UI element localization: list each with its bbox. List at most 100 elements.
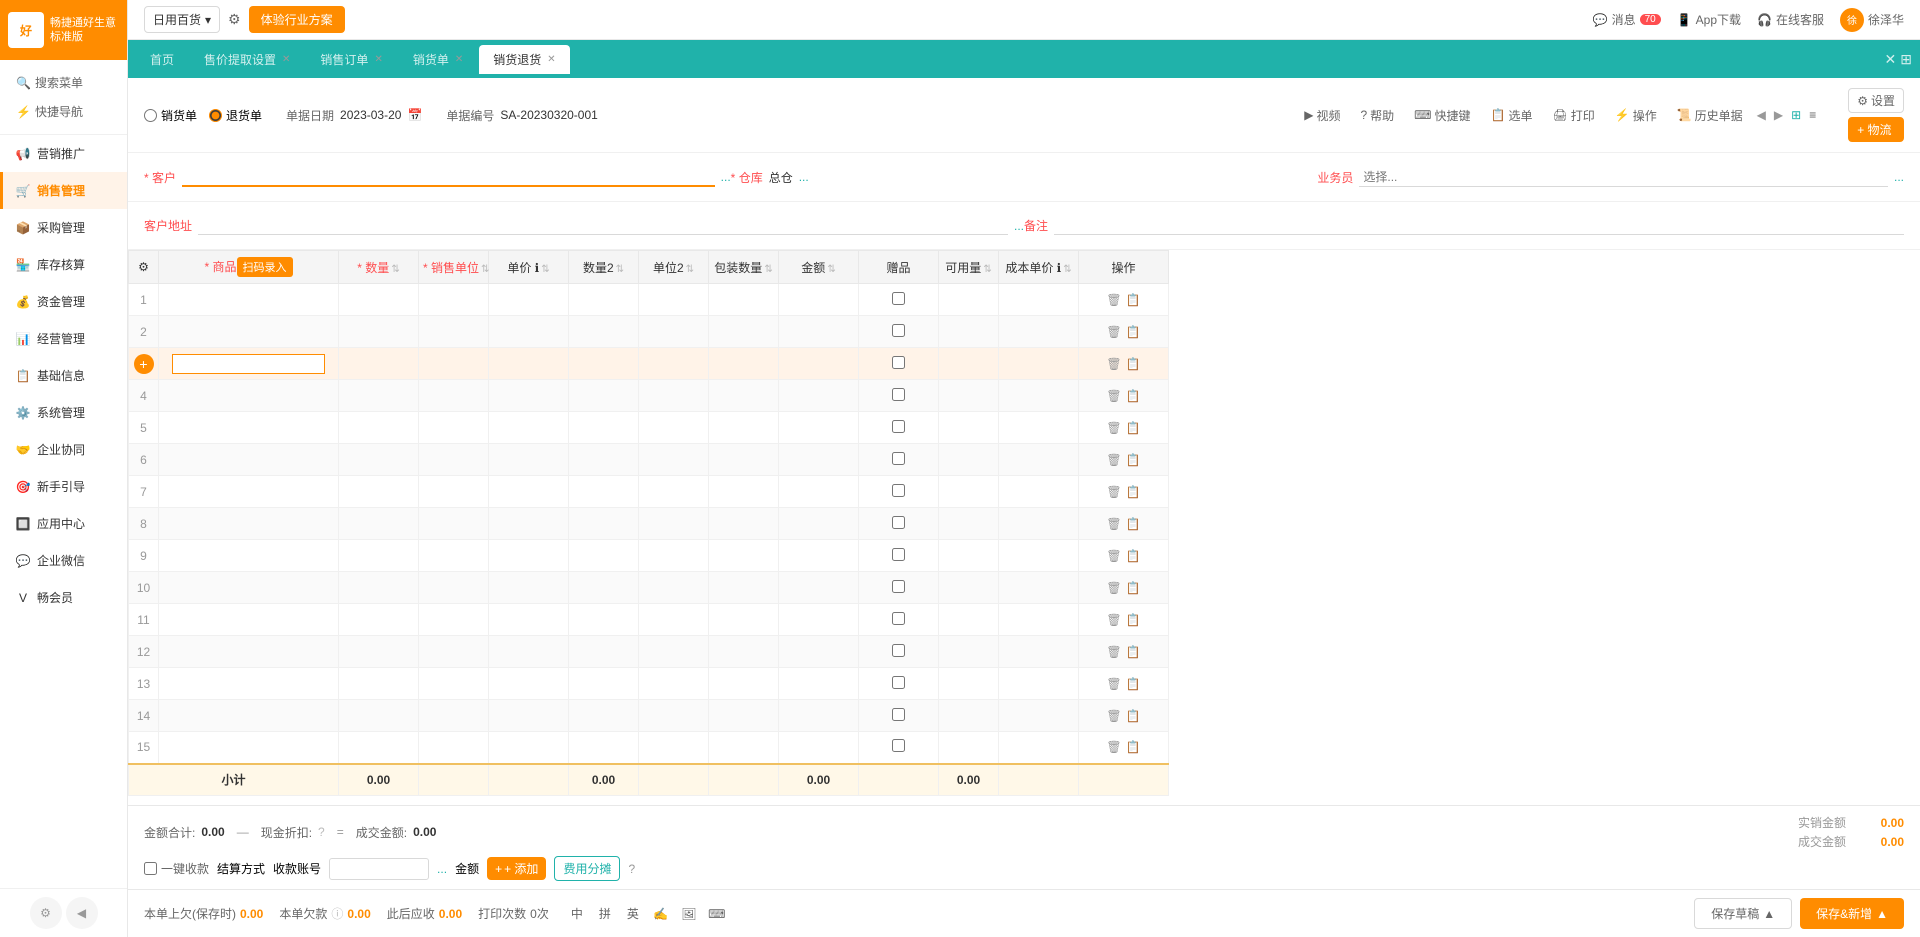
sidebar-item-purchase[interactable]: 📦 采购管理 [0, 209, 127, 246]
app-download-btn[interactable]: 📱 App下载 [1677, 11, 1741, 28]
gift-checkbox[interactable] [892, 292, 905, 305]
gift-checkbox[interactable] [892, 516, 905, 529]
delete-row-btn[interactable]: 🗑 [1106, 325, 1121, 339]
copy-row-btn[interactable]: 📋 [1126, 581, 1141, 595]
sidebar-item-guide[interactable]: 🎯 新手引导 [0, 468, 127, 505]
online-service-btn[interactable]: 🎧 在线客服 [1757, 11, 1824, 28]
salesperson-input[interactable] [1359, 168, 1888, 187]
view-card-icon[interactable]: ⊞ [1791, 108, 1801, 122]
user-profile-btn[interactable]: 徐 徐泽华 [1840, 8, 1904, 32]
sidebar-item-wechat[interactable]: 💬 企业微信 [0, 542, 127, 579]
tool-history-btn[interactable]: 📜 历史单据 [1671, 105, 1749, 126]
col-settings[interactable]: ⚙ [129, 251, 159, 284]
image-icon[interactable]: 🖼 [677, 902, 701, 926]
copy-row-btn[interactable]: 📋 [1126, 421, 1141, 435]
delete-row-btn[interactable]: 🗑 [1106, 389, 1121, 403]
tab-sales-return[interactable]: 销货退货 ✕ [479, 45, 569, 74]
delete-row-btn[interactable]: 🗑 [1106, 677, 1121, 691]
gift-checkbox[interactable] [892, 548, 905, 561]
tool-video-btn[interactable]: ▶ 视频 [1298, 105, 1346, 126]
copy-row-btn[interactable]: 📋 [1126, 293, 1141, 307]
gift-checkbox[interactable] [892, 612, 905, 625]
radio-sale-item[interactable]: 销货单 [144, 107, 197, 124]
copy-row-btn[interactable]: 📋 [1126, 325, 1141, 339]
sidebar-item-sales[interactable]: 🛒 销售管理 [0, 172, 127, 209]
delete-row-btn[interactable]: 🗑 [1106, 581, 1121, 595]
add-row-btn[interactable]: + [134, 354, 154, 374]
sidebar-item-basic[interactable]: 📋 基础信息 [0, 357, 127, 394]
radio-return-input[interactable] [209, 109, 222, 122]
add-btn[interactable]: + + 添加 [487, 857, 546, 880]
warehouse-dots[interactable]: ... [799, 170, 809, 184]
sidebar-item-member[interactable]: V 畅会员 [0, 579, 127, 616]
calendar-icon[interactable]: 📅 [407, 108, 422, 122]
delete-row-btn[interactable]: 🗑 [1106, 421, 1121, 435]
sidebar-item-appstore[interactable]: 🔲 应用中心 [0, 505, 127, 542]
nav-prev-icon[interactable]: ◀ [1757, 108, 1766, 122]
one-click-checkbox[interactable] [144, 862, 157, 875]
sidebar-collapse-btn[interactable]: ◀ [66, 897, 98, 929]
address-dots[interactable]: ... [1014, 219, 1024, 233]
nav-next-icon[interactable]: ▶ [1774, 108, 1783, 122]
settings-gear-btn[interactable]: ⚙ [228, 11, 241, 28]
copy-row-btn[interactable]: 📋 [1126, 485, 1141, 499]
gift-checkbox[interactable] [892, 739, 905, 752]
logistics-btn[interactable]: + 物流 [1848, 117, 1904, 142]
copy-row-btn[interactable]: 📋 [1126, 517, 1141, 531]
tool-select-btn[interactable]: 📋 选单 [1485, 105, 1539, 126]
tab-sales-order[interactable]: 销售订单 ✕ [306, 45, 396, 74]
view-list-icon[interactable]: ≡ [1809, 108, 1816, 122]
save-draft-btn[interactable]: 保存草稿 ▲ [1694, 898, 1792, 929]
scan-barcode-btn[interactable]: 扫码录入 [237, 257, 293, 277]
tab-price-setting-close[interactable]: ✕ [282, 54, 290, 65]
tab-sales-delivery[interactable]: 销货单 ✕ [399, 45, 477, 74]
handwriting-icon[interactable]: ✍ [649, 902, 673, 926]
fee-split-btn[interactable]: 费用分摊 [554, 856, 620, 881]
gift-checkbox[interactable] [892, 420, 905, 433]
gift-checkbox[interactable] [892, 324, 905, 337]
sidebar-item-operations[interactable]: 📊 经营管理 [0, 320, 127, 357]
copy-row-btn[interactable]: 📋 [1126, 613, 1141, 627]
customer-input[interactable] [182, 167, 715, 187]
delete-row-btn[interactable]: 🗑 [1106, 517, 1121, 531]
copy-row-btn[interactable]: 📋 [1126, 453, 1141, 467]
delete-row-btn[interactable]: 🗑 [1106, 293, 1121, 307]
keyboard-icon[interactable]: ⌨ [705, 902, 729, 926]
gift-checkbox[interactable] [892, 388, 905, 401]
gift-checkbox[interactable] [892, 676, 905, 689]
copy-row-btn[interactable]: 📋 [1126, 645, 1141, 659]
delete-row-btn[interactable]: 🗑 [1106, 645, 1121, 659]
tab-sales-order-close[interactable]: ✕ [374, 54, 382, 65]
tool-print-btn[interactable]: 🖨 打印 [1546, 105, 1600, 126]
customer-dots[interactable]: ... [721, 170, 731, 184]
copy-row-btn[interactable]: 📋 [1126, 740, 1141, 754]
message-btn[interactable]: 💬 消息 70 [1593, 11, 1661, 28]
remark-input[interactable] [1054, 216, 1904, 235]
tab-sales-return-close[interactable]: ✕ [547, 54, 555, 65]
sidebar-item-enterprise[interactable]: 🤝 企业协同 [0, 431, 127, 468]
one-click-payment-toggle[interactable]: 一键收款 [144, 860, 209, 877]
tool-shortcut-btn[interactable]: ⌨ 快捷键 [1408, 105, 1476, 126]
copy-row-btn[interactable]: 📋 [1126, 549, 1141, 563]
salesperson-dots[interactable]: ... [1894, 170, 1904, 184]
delete-row-btn[interactable]: 🗑 [1106, 549, 1121, 563]
address-input[interactable] [198, 216, 1008, 235]
tool-help-btn[interactable]: ? 帮助 [1354, 105, 1400, 126]
copy-row-btn[interactable]: 📋 [1126, 677, 1141, 691]
ime-pinyin-icon[interactable]: 拼 [593, 902, 617, 926]
radio-sale-input[interactable] [144, 109, 157, 122]
delete-row-btn[interactable]: 🗑 [1106, 453, 1121, 467]
gift-checkbox[interactable] [892, 708, 905, 721]
industry-select[interactable]: 日用百货 ▾ [144, 6, 220, 33]
tab-close-all-btn[interactable]: ✕ [1885, 51, 1897, 68]
shortcut-nav-item[interactable]: ⚡ 快捷导航 [8, 97, 119, 126]
gift-checkbox[interactable] [892, 644, 905, 657]
tool-action-btn[interactable]: ⚡ 操作 [1609, 105, 1663, 126]
search-menu-item[interactable]: 🔍 搜索菜单 [8, 68, 119, 97]
save-new-btn[interactable]: 保存&新增 ▲ [1800, 898, 1904, 929]
ime-cn-icon[interactable]: 中 [565, 902, 589, 926]
gift-checkbox[interactable] [892, 452, 905, 465]
sidebar-item-finance[interactable]: 💰 资金管理 [0, 283, 127, 320]
delete-row-btn[interactable]: 🗑 [1106, 357, 1121, 371]
delete-row-btn[interactable]: 🗑 [1106, 613, 1121, 627]
